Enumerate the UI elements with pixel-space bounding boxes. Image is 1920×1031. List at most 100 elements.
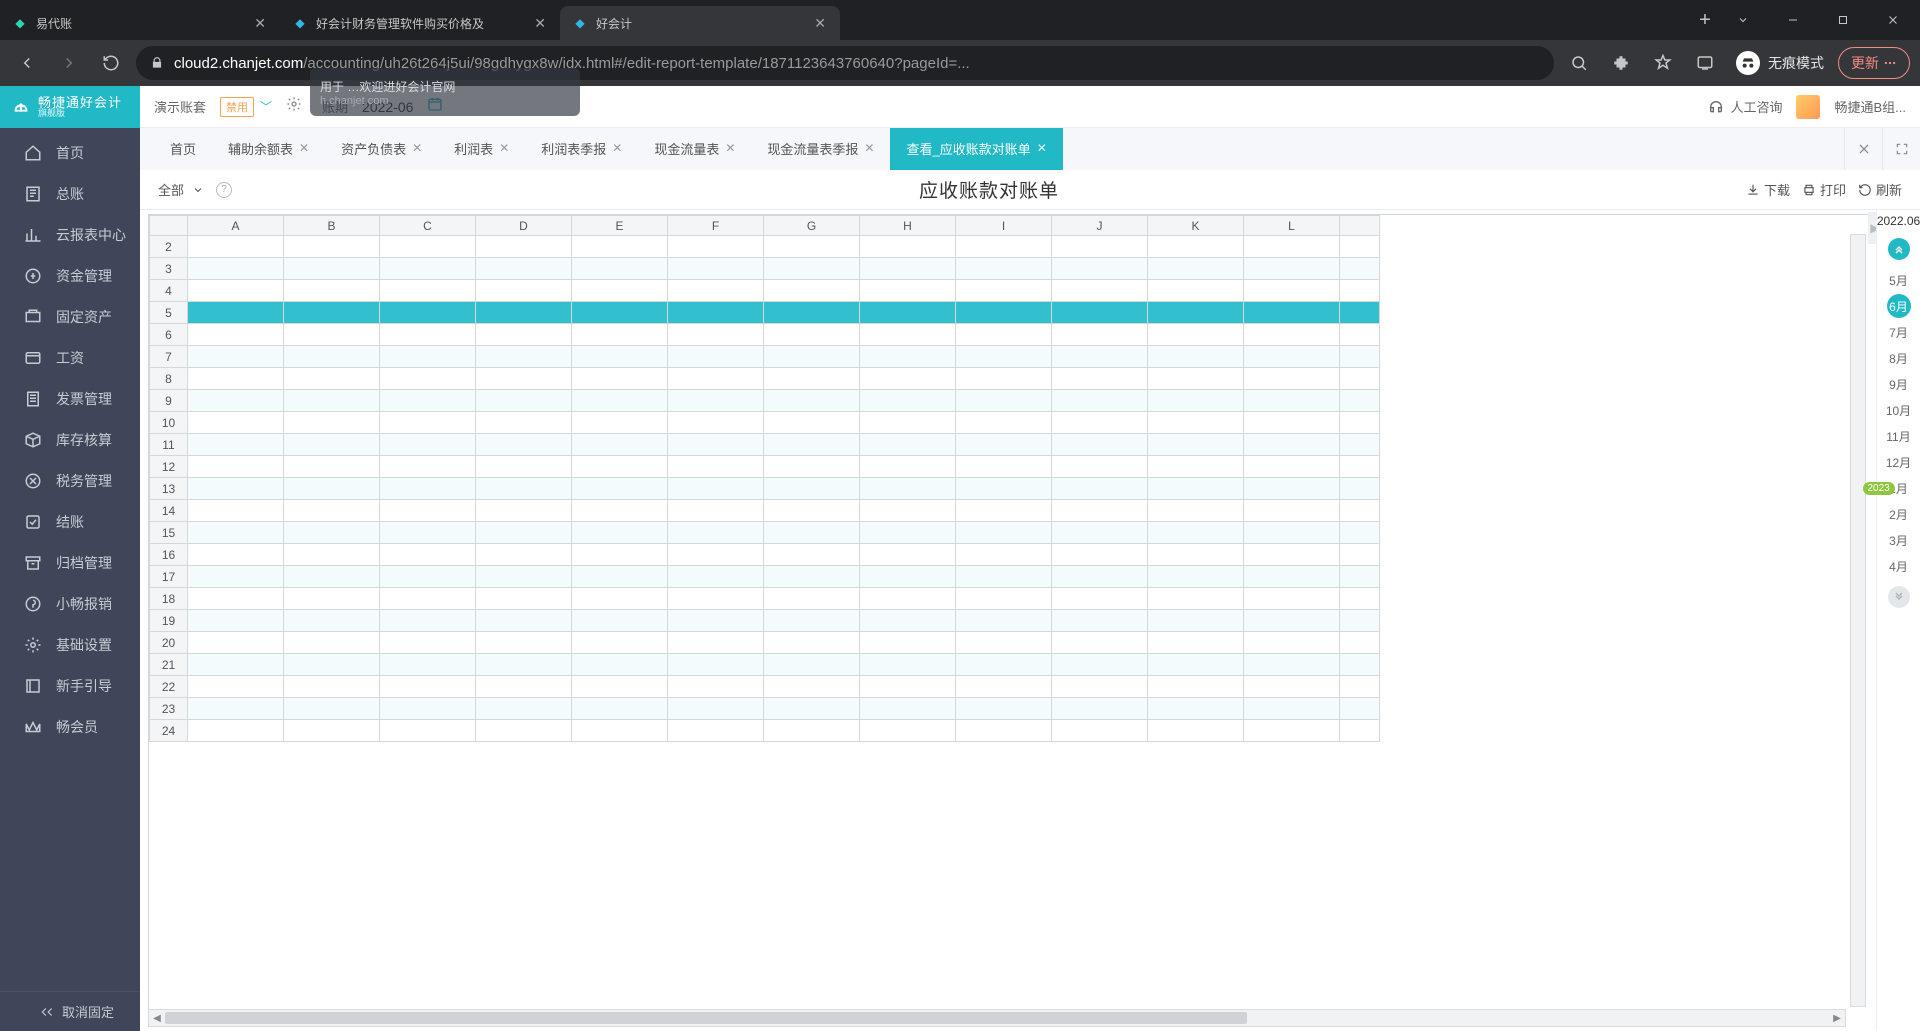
cell[interactable]: [1052, 412, 1148, 434]
window-chevron-down[interactable]: [1720, 5, 1766, 35]
cell[interactable]: [1052, 324, 1148, 346]
cell[interactable]: [572, 368, 668, 390]
cell[interactable]: [1244, 368, 1340, 390]
month-item[interactable]: 10月: [1885, 398, 1913, 422]
zoom-icon[interactable]: [1562, 46, 1596, 80]
page-tab-close[interactable]: ✕: [864, 141, 874, 155]
cell[interactable]: [1052, 566, 1148, 588]
cell[interactable]: [956, 434, 1052, 456]
cell[interactable]: [668, 610, 764, 632]
sidebar-item-guide[interactable]: 新手引导: [0, 665, 140, 706]
cell[interactable]: [476, 566, 572, 588]
cell[interactable]: [956, 566, 1052, 588]
cell[interactable]: [668, 632, 764, 654]
sidebar-item-money[interactable]: 资金管理: [0, 255, 140, 296]
cell[interactable]: [572, 566, 668, 588]
sidebar-item-tax[interactable]: 税务管理: [0, 460, 140, 501]
cell[interactable]: [860, 258, 956, 280]
cell[interactable]: [1052, 390, 1148, 412]
cell[interactable]: [284, 412, 380, 434]
cell[interactable]: [764, 500, 860, 522]
cell[interactable]: [572, 412, 668, 434]
cell[interactable]: [860, 302, 956, 324]
cell[interactable]: [476, 676, 572, 698]
cell[interactable]: [1244, 632, 1340, 654]
cell[interactable]: [188, 588, 284, 610]
cell[interactable]: [188, 302, 284, 324]
cell[interactable]: [956, 456, 1052, 478]
cell[interactable]: [1148, 654, 1244, 676]
cell[interactable]: [764, 632, 860, 654]
cell[interactable]: [764, 302, 860, 324]
hscroll-left[interactable]: ◀: [149, 1010, 165, 1026]
row-header[interactable]: 6: [150, 324, 188, 346]
cell[interactable]: [1244, 236, 1340, 258]
cell[interactable]: [284, 456, 380, 478]
month-item[interactable]: 8月: [1885, 346, 1913, 370]
row-header[interactable]: 22: [150, 676, 188, 698]
month-item[interactable]: 1月2023: [1885, 476, 1913, 500]
column-header[interactable]: L: [1244, 216, 1340, 236]
cell[interactable]: [1148, 258, 1244, 280]
page-tab-close[interactable]: ✕: [412, 141, 422, 155]
cell[interactable]: [1148, 280, 1244, 302]
column-header[interactable]: G: [764, 216, 860, 236]
cell[interactable]: [1052, 302, 1148, 324]
cell[interactable]: [1244, 698, 1340, 720]
row-header[interactable]: 14: [150, 500, 188, 522]
column-header[interactable]: I: [956, 216, 1052, 236]
cell[interactable]: [860, 566, 956, 588]
cell[interactable]: [572, 236, 668, 258]
tab-close-button[interactable]: ✕: [534, 15, 546, 32]
column-header[interactable]: J: [1052, 216, 1148, 236]
cell[interactable]: [1148, 544, 1244, 566]
cell[interactable]: [668, 478, 764, 500]
cell[interactable]: [860, 544, 956, 566]
cell[interactable]: [380, 346, 476, 368]
cell[interactable]: [188, 610, 284, 632]
column-header[interactable]: B: [284, 216, 380, 236]
cell[interactable]: [1148, 500, 1244, 522]
cell[interactable]: [188, 478, 284, 500]
cell[interactable]: [188, 632, 284, 654]
cell[interactable]: [1244, 324, 1340, 346]
cell[interactable]: [764, 236, 860, 258]
cell[interactable]: [188, 324, 284, 346]
row-header[interactable]: 3: [150, 258, 188, 280]
cell[interactable]: [668, 302, 764, 324]
sidebar-item-inventory[interactable]: 库存核算: [0, 419, 140, 460]
cell[interactable]: [1148, 324, 1244, 346]
cell[interactable]: [668, 500, 764, 522]
cell[interactable]: [860, 434, 956, 456]
cell[interactable]: [188, 434, 284, 456]
cell[interactable]: [1244, 478, 1340, 500]
grid-corner[interactable]: [150, 216, 188, 236]
cell[interactable]: [380, 698, 476, 720]
row-header[interactable]: 23: [150, 698, 188, 720]
cell[interactable]: [764, 654, 860, 676]
cell[interactable]: [380, 522, 476, 544]
column-header[interactable]: F: [668, 216, 764, 236]
sidebar-item-salary[interactable]: 工资: [0, 337, 140, 378]
cell[interactable]: [572, 610, 668, 632]
cell[interactable]: [1148, 368, 1244, 390]
cell[interactable]: [476, 368, 572, 390]
cell[interactable]: [1052, 456, 1148, 478]
cell[interactable]: [956, 698, 1052, 720]
cell[interactable]: [380, 566, 476, 588]
row-header[interactable]: 8: [150, 368, 188, 390]
page-tab-close[interactable]: ✕: [725, 141, 735, 155]
sidebar-item-archive[interactable]: 归档管理: [0, 542, 140, 583]
cell[interactable]: [956, 632, 1052, 654]
cell[interactable]: [668, 544, 764, 566]
update-button[interactable]: 更新: [1838, 47, 1910, 79]
cell[interactable]: [1052, 258, 1148, 280]
page-tab-close[interactable]: ✕: [299, 141, 309, 155]
window-minimize[interactable]: [1770, 5, 1816, 35]
cell[interactable]: [668, 280, 764, 302]
cell[interactable]: [1148, 456, 1244, 478]
sidebar-item-home[interactable]: 首页: [0, 132, 140, 173]
cell[interactable]: [188, 390, 284, 412]
cell[interactable]: [572, 302, 668, 324]
cell[interactable]: [668, 522, 764, 544]
